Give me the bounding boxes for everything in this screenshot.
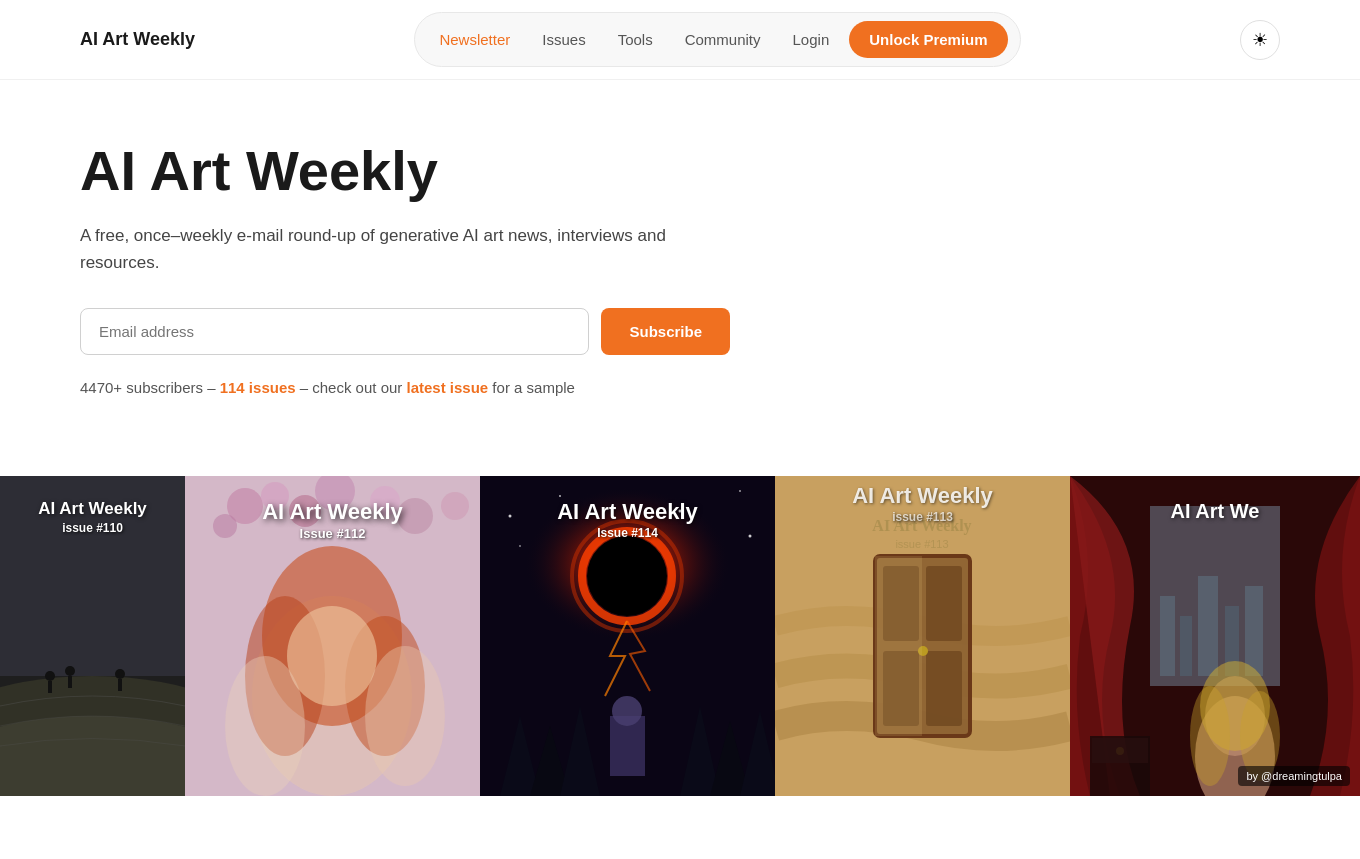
subscriber-stats: 4470+ subscribers – 114 issues – check o… bbox=[80, 379, 820, 396]
hero-description: A free, once–weekly e-mail round-up of g… bbox=[80, 222, 730, 276]
nav-issues[interactable]: Issues bbox=[530, 25, 597, 54]
issue-card-114[interactable]: AI Art Weekly Issue #114 bbox=[480, 476, 775, 796]
svg-point-24 bbox=[225, 656, 305, 796]
main-nav: Newsletter Issues Tools Community Login … bbox=[414, 12, 1020, 67]
logo[interactable]: AI Art Weekly bbox=[80, 29, 195, 50]
sun-icon: ☀ bbox=[1252, 29, 1268, 51]
cover-112-title: AI Art Weekly bbox=[262, 500, 403, 524]
svg-point-42 bbox=[739, 490, 741, 492]
svg-point-69 bbox=[1116, 747, 1124, 755]
svg-point-17 bbox=[213, 514, 237, 538]
cover-114-title: AI Art Weekly bbox=[557, 500, 698, 524]
unlock-premium-button[interactable]: Unlock Premium bbox=[849, 21, 1007, 58]
svg-point-65 bbox=[1190, 686, 1230, 786]
cover-113-title: AI Art Weekly bbox=[775, 484, 1070, 508]
svg-point-38 bbox=[612, 696, 642, 726]
svg-rect-7 bbox=[68, 676, 72, 688]
subscribe-form: Subscribe bbox=[80, 308, 730, 355]
cover-114-issue: Issue #114 bbox=[557, 526, 698, 540]
svg-rect-59 bbox=[1198, 576, 1218, 676]
latest-issue-link[interactable]: latest issue bbox=[406, 379, 488, 396]
svg-rect-58 bbox=[1180, 616, 1192, 676]
svg-point-44 bbox=[749, 534, 752, 537]
svg-rect-50 bbox=[926, 651, 962, 726]
issues-link[interactable]: 114 issues bbox=[220, 379, 296, 396]
svg-rect-9 bbox=[118, 679, 122, 691]
svg-point-4 bbox=[45, 671, 55, 681]
svg-point-3 bbox=[0, 716, 185, 796]
cover-110-issue: issue #110 bbox=[38, 521, 147, 535]
cover-115-credit: by @dreamingtulpa bbox=[1238, 766, 1350, 786]
svg-point-40 bbox=[559, 495, 561, 497]
svg-point-28 bbox=[587, 536, 667, 616]
svg-point-25 bbox=[365, 646, 445, 786]
svg-rect-61 bbox=[1245, 586, 1263, 676]
cover-112-issue: Issue #112 bbox=[262, 526, 403, 541]
issues-carousel: AI Art Weekly issue #110 bbox=[0, 476, 1360, 796]
stats-suffix: for a sample bbox=[488, 379, 575, 396]
issue-card-112[interactable]: AI Art Weekly Issue #112 bbox=[185, 476, 480, 796]
subscribe-button[interactable]: Subscribe bbox=[601, 308, 730, 355]
stats-middle: – check out our bbox=[296, 379, 407, 396]
header: AI Art Weekly Newsletter Issues Tools Co… bbox=[0, 0, 1360, 80]
svg-point-43 bbox=[519, 545, 521, 547]
svg-rect-57 bbox=[1160, 596, 1175, 676]
svg-rect-5 bbox=[48, 681, 52, 693]
svg-point-6 bbox=[65, 666, 75, 676]
issue-card-110[interactable]: AI Art Weekly issue #110 bbox=[0, 476, 185, 796]
email-input[interactable] bbox=[80, 308, 589, 355]
cover-110-title: AI Art Weekly bbox=[38, 500, 147, 519]
stats-prefix: 4470+ subscribers – bbox=[80, 379, 220, 396]
svg-text:issue #113: issue #113 bbox=[895, 538, 948, 550]
issue-card-113[interactable]: AI Art Weekly issue #113 AI Art Weekly i… bbox=[775, 476, 1070, 796]
svg-point-8 bbox=[115, 669, 125, 679]
nav-tools[interactable]: Tools bbox=[606, 25, 665, 54]
nav-newsletter[interactable]: Newsletter bbox=[427, 25, 522, 54]
page-title: AI Art Weekly bbox=[80, 140, 820, 202]
nav-community[interactable]: Community bbox=[673, 25, 773, 54]
nav-login[interactable]: Login bbox=[781, 25, 842, 54]
svg-point-39 bbox=[509, 514, 512, 517]
hero-section: AI Art Weekly A free, once–weekly e-mail… bbox=[0, 80, 1360, 476]
issue-card-115[interactable]: AI Art We by @dreamingtulpa bbox=[1070, 476, 1360, 796]
header-right: ☀ bbox=[1240, 20, 1280, 60]
svg-point-23 bbox=[287, 606, 377, 706]
cover-113-issue: issue #113 bbox=[775, 510, 1070, 524]
cover-115-title: AI Art We bbox=[1171, 500, 1260, 522]
svg-rect-48 bbox=[926, 566, 962, 641]
svg-point-18 bbox=[441, 492, 469, 520]
theme-toggle-button[interactable]: ☀ bbox=[1240, 20, 1280, 60]
